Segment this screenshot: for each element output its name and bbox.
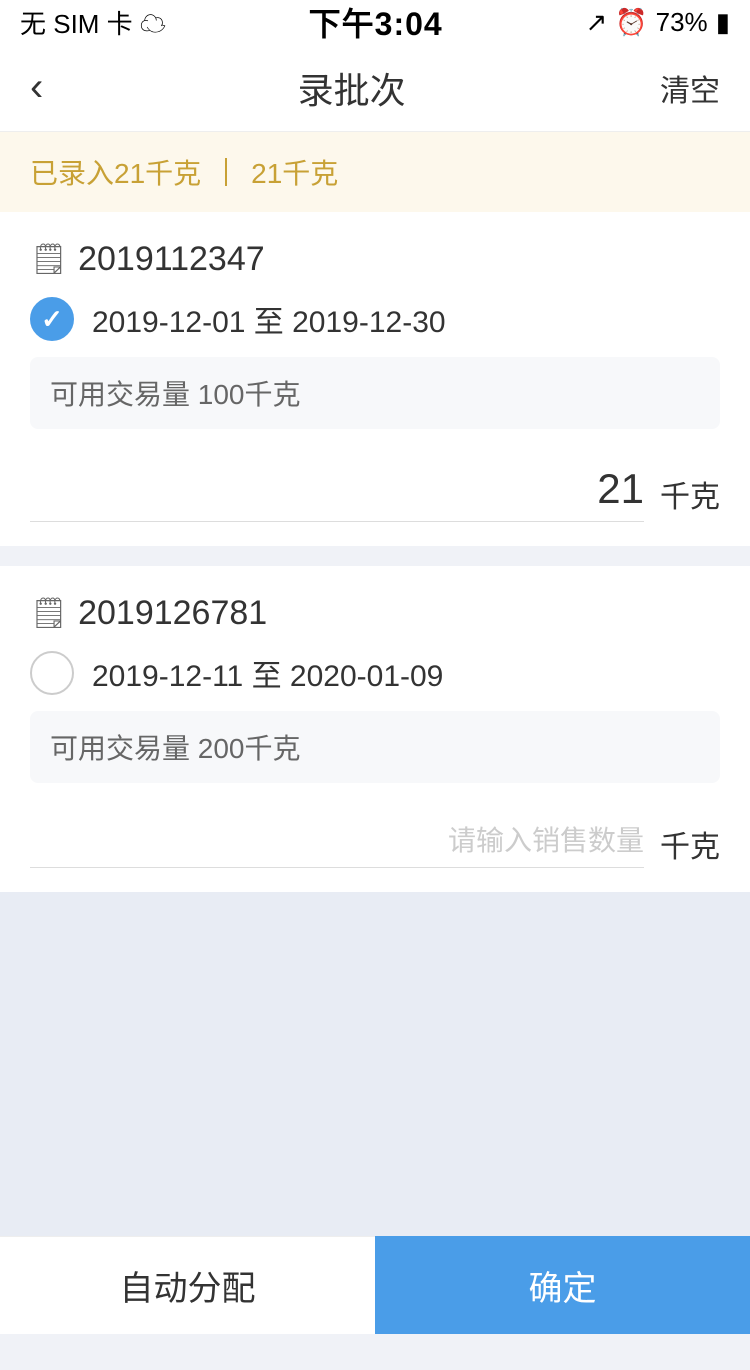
batch-doc-icon-1: 🗒 bbox=[30, 242, 68, 277]
status-time: 下午3:04 bbox=[309, 0, 443, 45]
summary-banner: 已录入21千克 21千克 bbox=[0, 132, 750, 212]
back-button[interactable]: ‹ bbox=[30, 65, 43, 110]
alarm-icon: ⏰ bbox=[615, 7, 647, 38]
quantity-input-1[interactable]: 21 bbox=[30, 465, 644, 522]
content-area: 已录入21千克 21千克 🗒 2019112347 2019-12-01 至 2… bbox=[0, 132, 750, 1370]
batch-doc-icon-2: 🗒 bbox=[30, 596, 68, 631]
quantity-unit-1: 千克 bbox=[660, 472, 720, 516]
batch-card-1: 🗒 2019112347 2019-12-01 至 2019-12-30 可用交… bbox=[0, 212, 750, 546]
clear-button[interactable]: 清空 bbox=[660, 66, 720, 110]
confirm-button[interactable]: 确定 bbox=[375, 1236, 750, 1334]
batch-radio-1[interactable] bbox=[30, 297, 74, 341]
sim-text: 无 SIM 卡 ☁ bbox=[20, 4, 166, 41]
status-right: ↗ ⏰ 73% ▮ bbox=[585, 7, 730, 38]
status-bar: 无 SIM 卡 ☁ 下午3:04 ↗ ⏰ 73% ▮ bbox=[0, 0, 750, 44]
batch-header-2: 🗒 2019126781 bbox=[0, 566, 750, 643]
quantity-unit-2: 千克 bbox=[660, 822, 720, 866]
batch-available-2: 可用交易量 200千克 bbox=[30, 711, 720, 783]
batch-radio-2[interactable] bbox=[30, 651, 74, 695]
batch-available-1: 可用交易量 100千克 bbox=[30, 357, 720, 429]
summary-divider bbox=[225, 158, 227, 186]
battery-icon: ▮ bbox=[716, 7, 730, 38]
quantity-row-1: 21 千克 bbox=[0, 449, 750, 546]
page-title: 录批次 bbox=[298, 62, 406, 114]
batch-date-1: 2019-12-01 至 2019-12-30 bbox=[92, 297, 446, 341]
nav-bar: ‹ 录批次 清空 bbox=[0, 44, 750, 132]
location-icon: ↗ bbox=[585, 7, 607, 38]
batch-header-1: 🗒 2019112347 bbox=[0, 212, 750, 289]
card-gap-1 bbox=[0, 546, 750, 566]
summary-value: 21千克 bbox=[251, 152, 338, 192]
batch-id-1: 2019112347 bbox=[78, 240, 265, 279]
bottom-empty-area bbox=[0, 892, 750, 1272]
quantity-placeholder-2: 请输入销售数量 bbox=[448, 819, 644, 859]
quantity-input-2[interactable]: 请输入销售数量 bbox=[30, 819, 644, 868]
footer: 自动分配 确定 bbox=[0, 1236, 750, 1334]
status-left: 无 SIM 卡 ☁ bbox=[20, 4, 166, 41]
batch-card-2: 🗒 2019126781 2019-12-11 至 2020-01-09 可用交… bbox=[0, 566, 750, 892]
quantity-row-2: 请输入销售数量 千克 bbox=[0, 803, 750, 892]
summary-label: 已录入21千克 bbox=[30, 152, 201, 192]
quantity-value-1: 21 bbox=[584, 465, 644, 513]
batch-date-row-2: 2019-12-11 至 2020-01-09 bbox=[0, 643, 750, 711]
battery-text: 73% bbox=[656, 7, 708, 38]
batch-date-row-1: 2019-12-01 至 2019-12-30 bbox=[0, 289, 750, 357]
batch-id-2: 2019126781 bbox=[78, 594, 267, 633]
auto-distribute-button[interactable]: 自动分配 bbox=[0, 1236, 375, 1334]
batch-date-2: 2019-12-11 至 2020-01-09 bbox=[92, 651, 443, 695]
